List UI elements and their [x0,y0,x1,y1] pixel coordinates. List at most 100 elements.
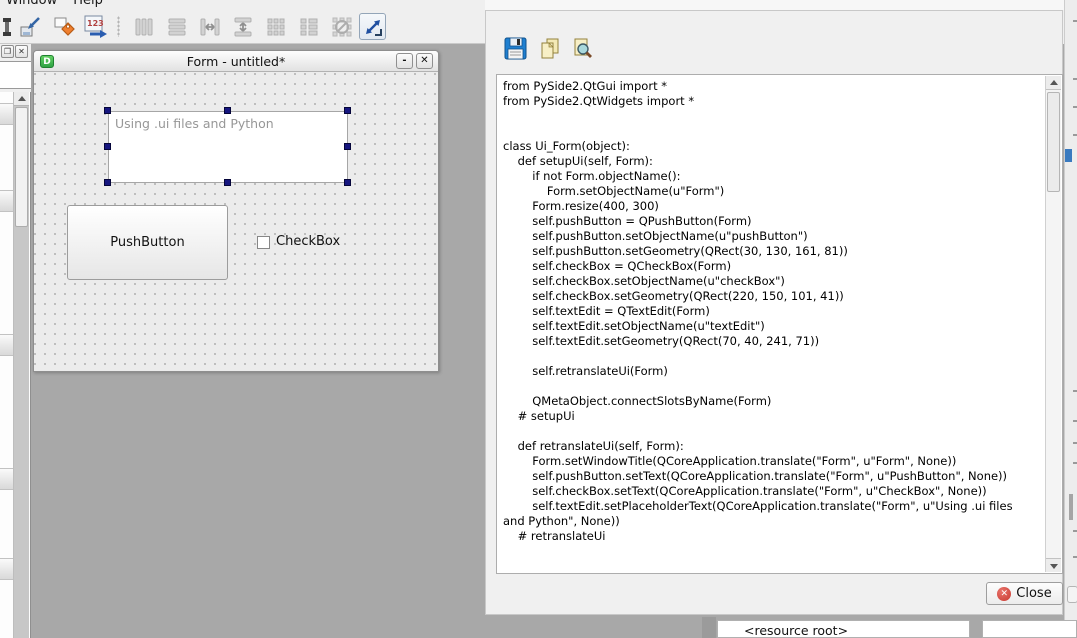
designer-form-window: D Form - untitled* - ✕ Using .ui files a… [33,50,439,372]
close-button-label: Close [1016,586,1051,601]
code-scrollbar[interactable] [1045,76,1061,572]
resource-tree-panel[interactable]: <resource root> [717,620,970,638]
code-line: self.pushButton.setGeometry(QRect(30, 13… [503,244,1044,259]
selection-handle[interactable] [224,179,231,186]
menu-item-help[interactable]: Help [73,0,103,8]
form-close-button[interactable]: ✕ [416,53,433,69]
code-line: Form.setObjectName(u"Form") [503,184,1044,199]
code-lines: from PySide2.QtGui import *from PySide2.… [498,76,1044,572]
code-line: self.checkBox = QCheckBox(Form) [503,259,1044,274]
check-box-label[interactable]: CheckBox [276,234,340,249]
selection-handle[interactable] [104,143,111,150]
close-x-glyph: ✕ [1001,589,1009,599]
selection-handle[interactable] [344,143,351,150]
form-minimize-button[interactable]: - [396,53,413,69]
scrollbar-thumb[interactable] [1047,92,1060,192]
widget-category-bar[interactable] [0,190,14,212]
scroll-down-arrow-icon[interactable] [1046,558,1061,572]
layout-vertically-icon[interactable] [163,13,190,40]
find-icon[interactable] [571,37,595,61]
text-edit-placeholder: Using .ui files and Python [115,116,341,131]
edit-buddies-icon[interactable] [50,13,77,40]
toolbar-separator [117,16,120,37]
push-button-widget[interactable]: PushButton [67,205,228,280]
code-line: self.textEdit.setGeometry(QRect(70, 40, … [503,334,1044,349]
code-line: # setupUi [503,409,1044,424]
selection-handle[interactable] [224,107,231,114]
code-line: def retranslateUi(self, Form): [503,439,1044,454]
dock-float-button[interactable]: ❐ [1,45,14,58]
code-line [503,379,1044,394]
float-icon: ❐ [4,47,11,56]
right-panel-selection-mark [1065,149,1072,162]
form-canvas[interactable]: Using .ui files and Python PushButton Ch… [34,72,438,371]
code-viewer[interactable]: from PySide2.QtGui import *from PySide2.… [496,74,1063,574]
form-window-title: Form - untitled* [34,54,438,69]
menu-item-window[interactable]: Window [6,0,57,8]
code-preview-dialog: from PySide2.QtGui import *from PySide2.… [485,10,1063,615]
layout-vertical-splitter-icon[interactable] [229,13,256,40]
main-toolbar: 123 [0,11,485,44]
text-edit-widget[interactable]: Using .ui files and Python [108,111,348,183]
layout-horizontal-splitter-icon[interactable] [196,13,223,40]
push-button-label: PushButton [110,235,184,250]
dock-close-button[interactable]: ✕ [15,45,28,58]
widget-box-scrollbar[interactable] [13,92,29,638]
close-button[interactable]: ✕ Close [986,582,1063,605]
widget-category-bar[interactable] [0,468,14,490]
code-line: self.checkBox.setGeometry(QRect(220, 150… [503,289,1044,304]
code-line: QMetaObject.connectSlotsByName(Form) [503,394,1044,409]
right-panel-sliver [1064,0,1077,638]
widget-category-bar[interactable] [0,558,14,580]
adjust-size-icon[interactable] [359,13,386,40]
resource-root-item[interactable]: <resource root> [744,623,848,638]
tab-order-123-text: 123 [87,19,104,28]
code-line: class Ui_Form(object): [503,139,1044,154]
form-title-bar[interactable]: D Form - untitled* - ✕ [34,51,438,72]
code-line: # retranslateUi [503,529,1044,544]
save-icon[interactable] [504,37,528,61]
edit-tab-order-icon[interactable]: 123 [82,13,109,40]
code-line: self.textEdit = QTextEdit(Form) [503,304,1044,319]
edit-widgets-icon[interactable] [0,13,14,40]
scroll-up-arrow-icon[interactable] [1046,76,1061,90]
widget-box-list[interactable] [0,92,31,638]
scroll-up-arrow-icon[interactable] [14,92,29,106]
layout-horizontally-icon[interactable] [130,13,157,40]
code-line [503,424,1044,439]
layout-form-icon[interactable] [295,13,322,40]
selection-handle[interactable] [344,107,351,114]
edit-signals-slots-icon[interactable] [16,13,43,40]
code-line: self.textEdit.setPlaceholderText(QCoreAp… [503,499,1044,514]
menu-items: Window Help [6,0,119,8]
top-strip [485,0,1077,10]
resource-list-panel[interactable] [982,620,1077,638]
code-line: from PySide2.QtGui import * [503,79,1044,94]
close-icon: ✕ [18,47,25,56]
code-line [503,124,1044,139]
right-panel-button-sliver[interactable] [1067,586,1077,603]
code-line: Form.setWindowTitle(QCoreApplication.tra… [503,454,1044,469]
copy-icon[interactable] [538,37,562,61]
code-line: and Python", None)) [503,514,1044,529]
code-line: def setupUi(self, Form): [503,154,1044,169]
layout-grid-icon[interactable] [262,13,289,40]
break-layout-icon[interactable] [328,13,355,40]
code-line: if not Form.objectName(): [503,169,1044,184]
close-circle-icon: ✕ [997,587,1011,601]
widget-category-bar[interactable] [0,103,14,125]
selection-handle[interactable] [104,107,111,114]
bottom-dark-strip [702,617,716,638]
code-line: self.checkBox.setObjectName(u"checkBox") [503,274,1044,289]
code-line [503,349,1044,364]
code-line: Form.resize(400, 300) [503,199,1044,214]
widget-category-bar[interactable] [0,334,14,356]
code-line: self.pushButton = QPushButton(Form) [503,214,1044,229]
code-line [503,109,1044,124]
minimize-icon: - [402,55,406,66]
close-icon: ✕ [420,55,428,66]
selection-handle[interactable] [104,179,111,186]
check-box-indicator[interactable] [257,236,270,249]
scrollbar-thumb[interactable] [15,107,28,227]
selection-handle[interactable] [344,179,351,186]
